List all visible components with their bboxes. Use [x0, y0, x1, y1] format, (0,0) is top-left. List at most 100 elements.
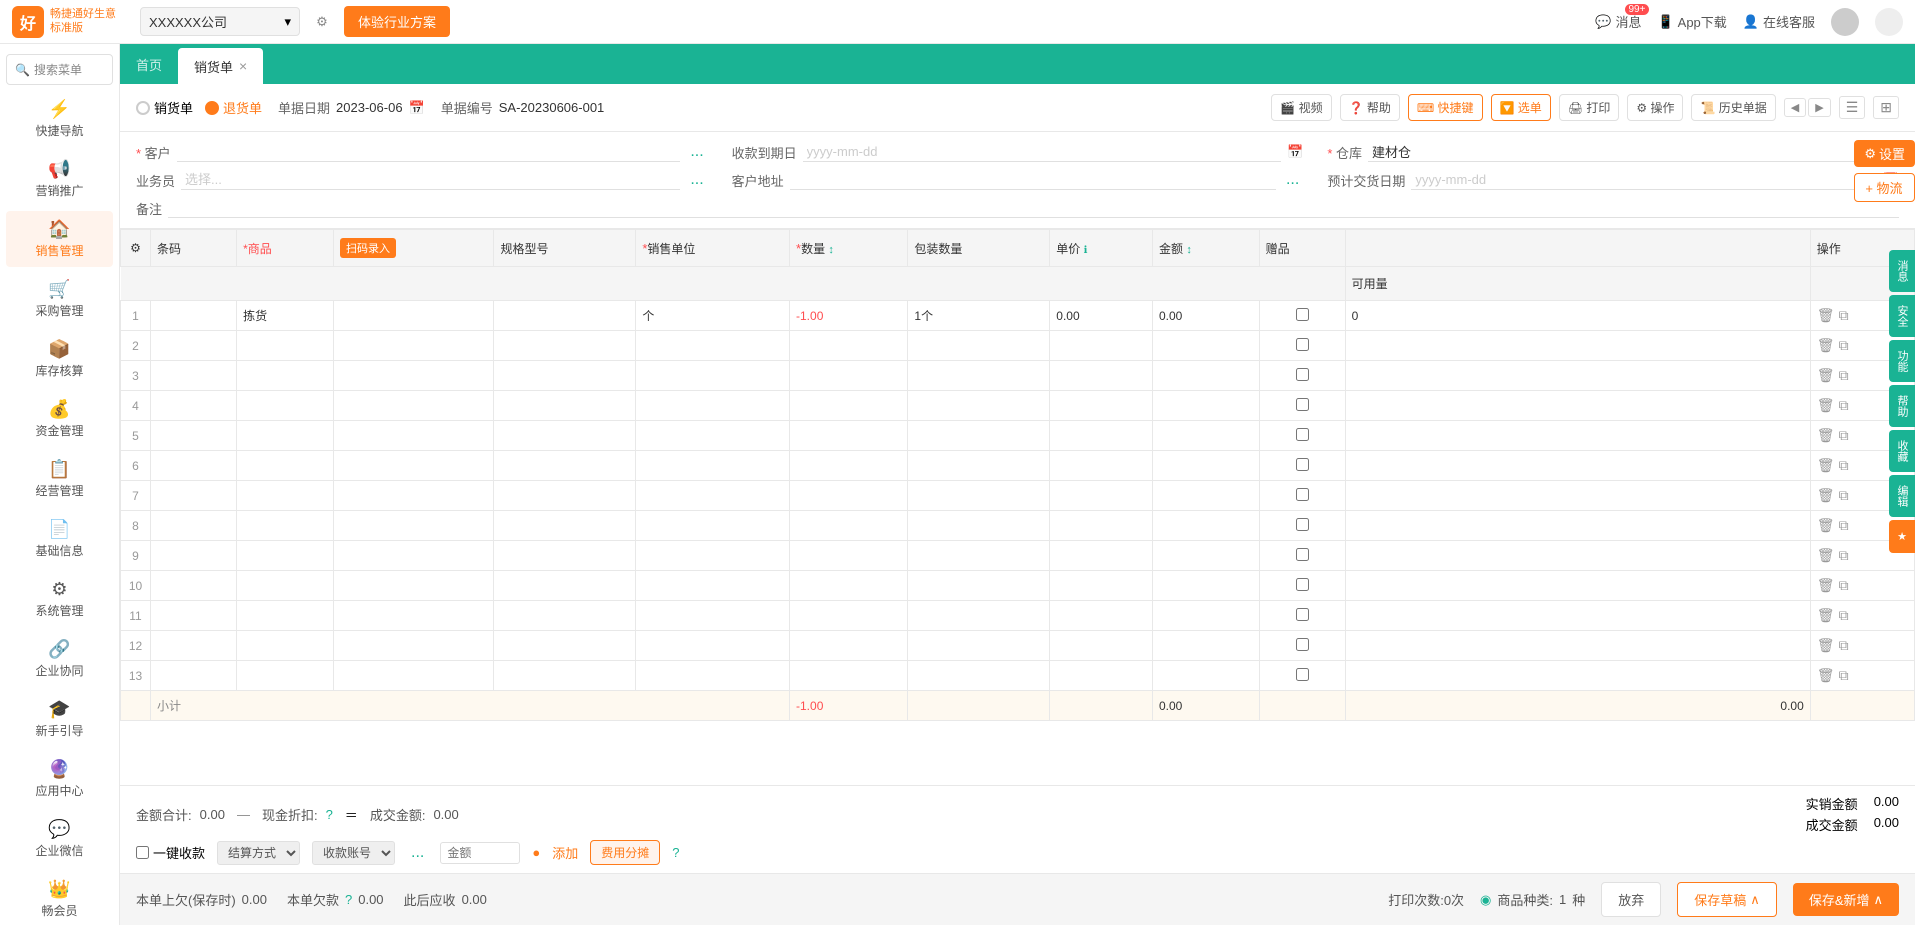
cell-qty[interactable]: -1.00 [790, 301, 908, 331]
cell-product[interactable]: 拣货 [237, 301, 334, 331]
delete-icon[interactable]: 🗑 [1817, 637, 1835, 654]
sidebar-item-marketing[interactable]: 📢 营销推广 [6, 151, 113, 207]
expense-help-icon[interactable]: ? [672, 845, 679, 860]
tab-sales-order[interactable]: 销货单 × [178, 48, 263, 84]
sidebar-item-sales[interactable]: 🏠 销售管理 [6, 211, 113, 267]
expense-split-btn[interactable]: 费用分摊 [590, 840, 660, 865]
delete-icon[interactable]: 🗑 [1817, 577, 1835, 594]
list-view-btn[interactable]: ⊞ [1873, 96, 1899, 119]
gift-checkbox[interactable] [1296, 368, 1309, 381]
copy-icon[interactable]: ⧉ [1839, 517, 1849, 534]
sidebar-item-apps[interactable]: 🔮 应用中心 [6, 751, 113, 807]
help-icon[interactable]: ? [326, 807, 333, 822]
col-gear[interactable]: ⚙ [121, 230, 151, 267]
save-draft-button[interactable]: 保存草稿 ∧ [1677, 882, 1777, 917]
delete-icon[interactable]: 🗑 [1817, 547, 1835, 564]
customer-addr-input[interactable] [790, 170, 1276, 190]
col-scan[interactable]: 扫码录入 [333, 230, 493, 267]
float-help[interactable]: 帮助 [1889, 385, 1915, 427]
copy-icon[interactable]: ⧉ [1839, 397, 1849, 414]
account-dots[interactable]: ... [407, 844, 428, 862]
cell-pkg-qty[interactable]: 1个 [908, 301, 1050, 331]
next-btn[interactable]: ▶ [1808, 98, 1830, 117]
gift-checkbox[interactable] [1296, 548, 1309, 561]
print-btn[interactable]: 🖨 打印 [1559, 94, 1620, 121]
cell-unit[interactable]: 个 [636, 301, 790, 331]
float-feature[interactable]: 功能 [1889, 340, 1915, 382]
gift-checkbox[interactable] [1296, 518, 1309, 531]
copy-icon[interactable]: ⧉ [1839, 547, 1849, 564]
sidebar-item-inventory[interactable]: 📦 库存核算 [6, 331, 113, 387]
cell-amount[interactable]: 0.00 [1152, 301, 1259, 331]
sidebar-item-guide[interactable]: 🎓 新手引导 [6, 691, 113, 747]
copy-icon[interactable]: ⧉ [1839, 667, 1849, 684]
sidebar-item-member[interactable]: 👑 畅会员 [6, 871, 113, 925]
delete-icon[interactable]: 🗑 [1817, 487, 1835, 504]
cell-spec[interactable] [494, 301, 636, 331]
one-click-pay[interactable]: 一键收款 [136, 843, 205, 862]
save-new-button[interactable]: 保存&新增 ∧ [1793, 883, 1899, 916]
company-select[interactable]: XXXXXX公司 ▾ [140, 7, 300, 36]
discard-button[interactable]: 放弃 [1601, 882, 1661, 917]
gift-checkbox[interactable] [1296, 488, 1309, 501]
settings-btn[interactable]: ⚙ 设置 [1854, 140, 1915, 167]
online-service-button[interactable]: 👤 在线客服 [1743, 12, 1815, 31]
radio-sales[interactable]: 销货单 [136, 98, 193, 117]
float-edit[interactable]: 编辑 [1889, 475, 1915, 517]
gift-checkbox[interactable] [1296, 308, 1309, 321]
help-btn[interactable]: ❓ 帮助 [1340, 94, 1400, 121]
ops-btn[interactable]: ⚙ 操作 [1627, 94, 1683, 121]
owed-help[interactable]: ? [345, 892, 352, 907]
history-btn[interactable]: 📜 历史单据 [1691, 94, 1775, 121]
copy-icon[interactable]: ⧉ [1839, 607, 1849, 624]
logistics-btn[interactable]: + 物流 [1854, 173, 1915, 202]
calendar-icon[interactable]: 📅 [409, 100, 425, 116]
scan-btn[interactable]: 扫码录入 [340, 238, 396, 258]
notes-input[interactable] [168, 198, 1899, 218]
delete-icon[interactable]: 🗑 [1817, 457, 1835, 474]
delete-icon[interactable]: 🗑 [1817, 337, 1835, 354]
payment-due-input[interactable] [803, 142, 1281, 162]
filter-btn[interactable]: 🔽 选单 [1491, 94, 1551, 121]
message-button[interactable]: 💬 消息 99+ [1595, 12, 1641, 31]
copy-icon[interactable]: ⧉ [1839, 577, 1849, 594]
gift-checkbox[interactable] [1296, 428, 1309, 441]
amount-input[interactable] [440, 842, 520, 864]
promo-button[interactable]: 体验行业方案 [344, 6, 450, 37]
sidebar-item-system[interactable]: ⚙ 系统管理 [6, 571, 113, 627]
add-label[interactable]: 添加 [552, 843, 578, 862]
search-menu[interactable]: 🔍 搜索菜单 [6, 54, 113, 85]
copy-icon[interactable]: ⧉ [1839, 367, 1849, 384]
salesperson-input[interactable] [181, 170, 680, 190]
gift-checkbox[interactable] [1296, 668, 1309, 681]
gift-checkbox[interactable] [1296, 638, 1309, 651]
gift-checkbox[interactable] [1296, 458, 1309, 471]
addr-dots[interactable]: ... [1282, 171, 1303, 189]
copy-icon[interactable]: ⧉ [1839, 427, 1849, 444]
delete-icon[interactable]: 🗑 [1817, 427, 1835, 444]
copy-icon[interactable]: ⧉ [1839, 637, 1849, 654]
cell-gift[interactable] [1259, 301, 1345, 331]
delete-icon[interactable]: 🗑 [1817, 667, 1835, 684]
account-select[interactable]: 收款账号 [312, 841, 395, 865]
delete-icon[interactable]: 🗑 [1817, 517, 1835, 534]
sidebar-item-purchase[interactable]: 🛒 采购管理 [6, 271, 113, 327]
sidebar-item-collab[interactable]: 🔗 企业协同 [6, 631, 113, 687]
copy-icon[interactable]: ⧉ [1839, 457, 1849, 474]
warehouse-input[interactable] [1368, 142, 1872, 162]
copy-icon[interactable]: ⧉ [1839, 337, 1849, 354]
radio-return[interactable]: 退货单 [205, 98, 262, 117]
delete-icon[interactable]: 🗑 [1817, 367, 1835, 384]
payment-calendar-icon[interactable]: 📅 [1287, 144, 1303, 160]
gift-checkbox[interactable] [1296, 578, 1309, 591]
copy-icon[interactable]: ⧉ [1839, 487, 1849, 504]
float-messages[interactable]: 消息 [1889, 250, 1915, 292]
expected-date-input[interactable] [1411, 170, 1876, 190]
customer-dots[interactable]: ... [686, 143, 707, 161]
float-favorite[interactable]: 收藏 [1889, 430, 1915, 472]
sidebar-item-ops[interactable]: 📋 经营管理 [6, 451, 113, 507]
cell-price[interactable]: 0.00 [1050, 301, 1153, 331]
gear-icon[interactable]: ⚙ [308, 8, 336, 36]
sidebar-item-basic[interactable]: 📄 基础信息 [6, 511, 113, 567]
gift-checkbox[interactable] [1296, 608, 1309, 621]
